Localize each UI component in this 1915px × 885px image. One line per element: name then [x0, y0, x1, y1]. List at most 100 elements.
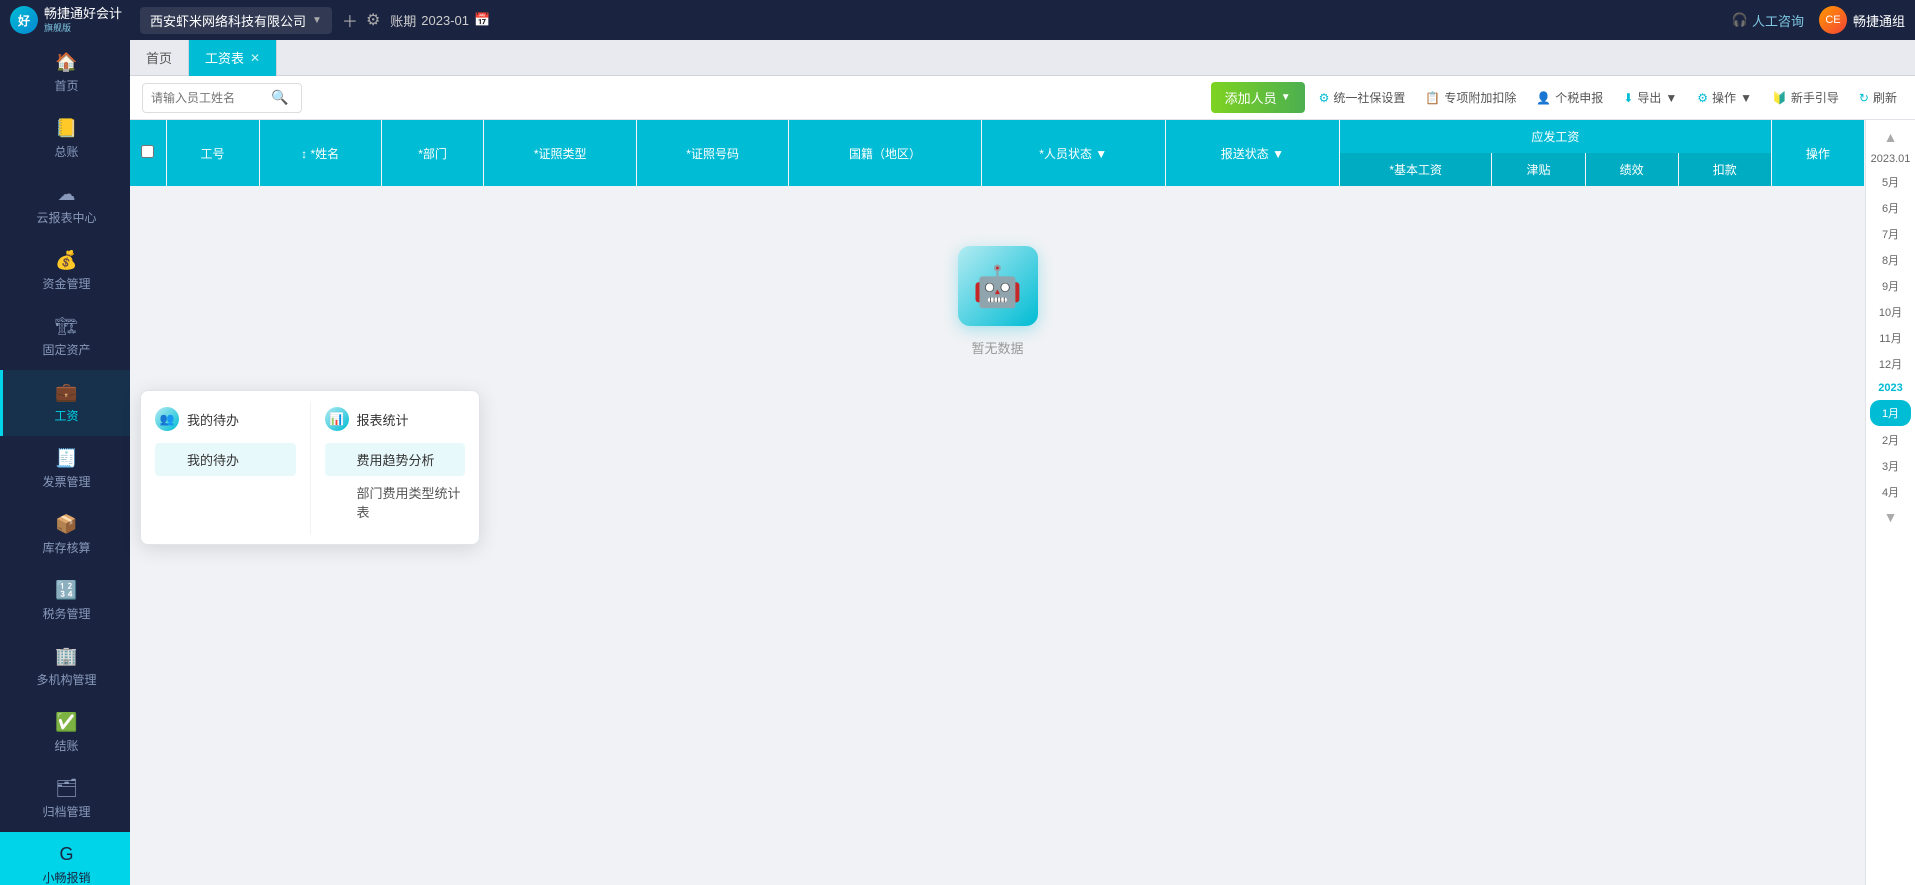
archive-icon: 🗂: [55, 778, 78, 799]
operate-button[interactable]: ⚙ 操作 ▼: [1691, 85, 1758, 110]
sidebar-label-fixed-asset: 固定资产: [42, 341, 90, 358]
new-guide-label: 新手引导: [1791, 89, 1839, 106]
th-report-status[interactable]: 报送状态 ▼: [1165, 120, 1339, 186]
popup-col-report: 📊 报表统计 费用趋势分析 部门费用类型统计表: [311, 391, 480, 544]
timeline-month-4[interactable]: 4月: [1866, 479, 1915, 505]
th-name[interactable]: ↕ *姓名: [259, 120, 381, 186]
fixed-asset-icon: 🏗: [55, 316, 78, 337]
refresh-button[interactable]: ↻ 刷新: [1853, 85, 1903, 110]
th-checkbox[interactable]: [130, 120, 166, 186]
company-name: 西安虾米网络科技有限公司: [150, 11, 306, 30]
sidebar-item-fund[interactable]: 💰 资金管理: [0, 238, 130, 304]
period-value: 2023-01: [421, 13, 469, 28]
popup-section-todo-header: 👥 我的待办: [155, 407, 296, 431]
search-input[interactable]: [151, 91, 271, 105]
th-employee-id: 工号: [166, 120, 259, 186]
empty-state: 🤖 暂无数据: [130, 186, 1865, 417]
th-base-salary: *基本工资: [1339, 153, 1491, 186]
timeline-month-11[interactable]: 11月: [1866, 325, 1915, 351]
sidebar-item-inventory[interactable]: 📦 库存核算: [0, 502, 130, 568]
sidebar-label-cloud-report: 云报表中心: [36, 209, 96, 226]
logo-text: 畅捷通好会计 旗舰版: [44, 6, 122, 35]
add-person-label: 添加人员: [1225, 88, 1277, 107]
sidebar-label-archive: 归档管理: [42, 803, 90, 820]
sidebar-item-archive[interactable]: 🗂 归档管理: [0, 766, 130, 832]
sidebar-item-xiaochang[interactable]: G 小畅报销: [0, 832, 130, 885]
refresh-label: 刷新: [1873, 89, 1897, 106]
sidebar-item-invoice[interactable]: 🧾 发票管理: [0, 436, 130, 502]
timeline-month-5[interactable]: 5月: [1866, 169, 1915, 195]
personal-tax-button[interactable]: 👤 个税申报: [1530, 85, 1609, 110]
timeline-month-7[interactable]: 7月: [1866, 221, 1915, 247]
add-person-button[interactable]: 添加人员 ▼: [1211, 82, 1305, 113]
sidebar-item-fixed-asset[interactable]: 🏗 固定资产: [0, 304, 130, 370]
sidebar-item-home[interactable]: 🏠 首页: [0, 40, 130, 106]
logo-icon: 好: [10, 6, 38, 34]
sidebar-item-cloud-report[interactable]: ☁ 云报表中心: [0, 172, 130, 238]
sidebar-item-tax[interactable]: 🔢 税务管理: [0, 568, 130, 634]
timeline-year-2023: 2023: [1866, 377, 1915, 399]
data-table: 工号 ↕ *姓名 *部门 *证照类型 *证照号码 国籍（地区） *人员状态 ▼ …: [130, 120, 1865, 186]
popup-item-cost-trend[interactable]: 费用趋势分析: [325, 443, 466, 476]
th-department: *部门: [381, 120, 484, 186]
tab-home-label: 首页: [146, 48, 172, 67]
timeline-month-9[interactable]: 9月: [1866, 273, 1915, 299]
settings-icon[interactable]: ⚙: [366, 10, 380, 30]
add-icon[interactable]: ＋: [342, 8, 358, 32]
timeline-month-12[interactable]: 12月: [1866, 351, 1915, 377]
th-deduction: 扣款: [1678, 153, 1771, 186]
user-info[interactable]: CE 畅捷通组: [1819, 6, 1905, 34]
user-avatar: CE: [1819, 6, 1847, 34]
sidebar-label-tax: 税务管理: [42, 605, 90, 622]
sidebar-label-home: 首页: [54, 77, 78, 94]
th-person-status[interactable]: *人员状态 ▼: [981, 120, 1165, 186]
sidebar: 🏠 首页 📒 总账 ☁ 云报表中心 💰 资金管理 🏗 固定资产 💼 工资 🧾 发…: [0, 40, 130, 885]
timeline-month-2[interactable]: 2月: [1866, 427, 1915, 453]
timeline-month-6[interactable]: 6月: [1866, 195, 1915, 221]
special-deduct-button[interactable]: 📋 专项附加扣除: [1419, 85, 1522, 110]
sidebar-item-multi-org[interactable]: 🏢 多机构管理: [0, 634, 130, 700]
personal-tax-label: 个税申报: [1555, 89, 1603, 106]
timeline-month-3[interactable]: 3月: [1866, 453, 1915, 479]
sort-icon-name: ↕: [301, 147, 310, 161]
add-person-dropdown-arrow: ▼: [1281, 92, 1291, 103]
calendar-icon[interactable]: 📅: [474, 12, 490, 28]
sidebar-item-settlement[interactable]: ✅ 结账: [0, 700, 130, 766]
new-guide-button[interactable]: 🔰 新手引导: [1766, 85, 1845, 110]
sidebar-item-ledger[interactable]: 📒 总账: [0, 106, 130, 172]
timeline-up-arrow[interactable]: ▲: [1880, 125, 1902, 149]
social-security-button[interactable]: ⚙ 统一社保设置: [1313, 85, 1412, 110]
popup-report-title: 报表统计: [357, 410, 409, 429]
sidebar-label-payroll: 工资: [54, 407, 78, 424]
tab-payroll[interactable]: 工资表 ✕: [189, 40, 277, 76]
popup-item-dept-cost-stats-label: 部门费用类型统计表: [357, 486, 461, 520]
tax-icon: 🔢: [55, 580, 77, 601]
th-salary: 应发工资: [1339, 120, 1771, 153]
customer-service-button[interactable]: 🎧 人工咨询: [1732, 11, 1804, 30]
sidebar-label-invoice: 发票管理: [42, 473, 90, 490]
search-icon[interactable]: 🔍: [271, 89, 288, 106]
export-icon: ⬇: [1623, 91, 1633, 105]
tab-payroll-close[interactable]: ✕: [250, 51, 260, 65]
th-nationality: 国籍（地区）: [789, 120, 981, 186]
top-icons: ＋ ⚙: [342, 8, 380, 32]
social-security-icon: ⚙: [1319, 91, 1330, 105]
timeline-month-8[interactable]: 8月: [1866, 247, 1915, 273]
popup-section-report-header: 📊 报表统计: [325, 407, 466, 431]
popup-col-todo: 👥 我的待办 我的待办: [141, 391, 310, 544]
tab-home[interactable]: 首页: [130, 40, 189, 76]
tab-payroll-label: 工资表: [205, 48, 244, 67]
multi-org-icon: 🏢: [55, 646, 77, 667]
timeline-month-10[interactable]: 10月: [1866, 299, 1915, 325]
th-allowance: 津贴: [1492, 153, 1585, 186]
payroll-icon: 💼: [55, 382, 77, 403]
select-all-checkbox[interactable]: [141, 145, 154, 158]
export-button[interactable]: ⬇ 导出 ▼: [1617, 85, 1683, 110]
th-operations: 操作: [1771, 120, 1864, 186]
sidebar-item-payroll[interactable]: 💼 工资: [0, 370, 130, 436]
timeline-down-arrow[interactable]: ▼: [1880, 505, 1902, 529]
timeline-month-1[interactable]: 1月: [1870, 400, 1911, 426]
company-selector[interactable]: 西安虾米网络科技有限公司 ▼: [140, 7, 332, 34]
popup-item-my-todo[interactable]: 我的待办: [155, 443, 296, 476]
popup-item-dept-cost-stats[interactable]: 部门费用类型统计表: [325, 476, 466, 528]
